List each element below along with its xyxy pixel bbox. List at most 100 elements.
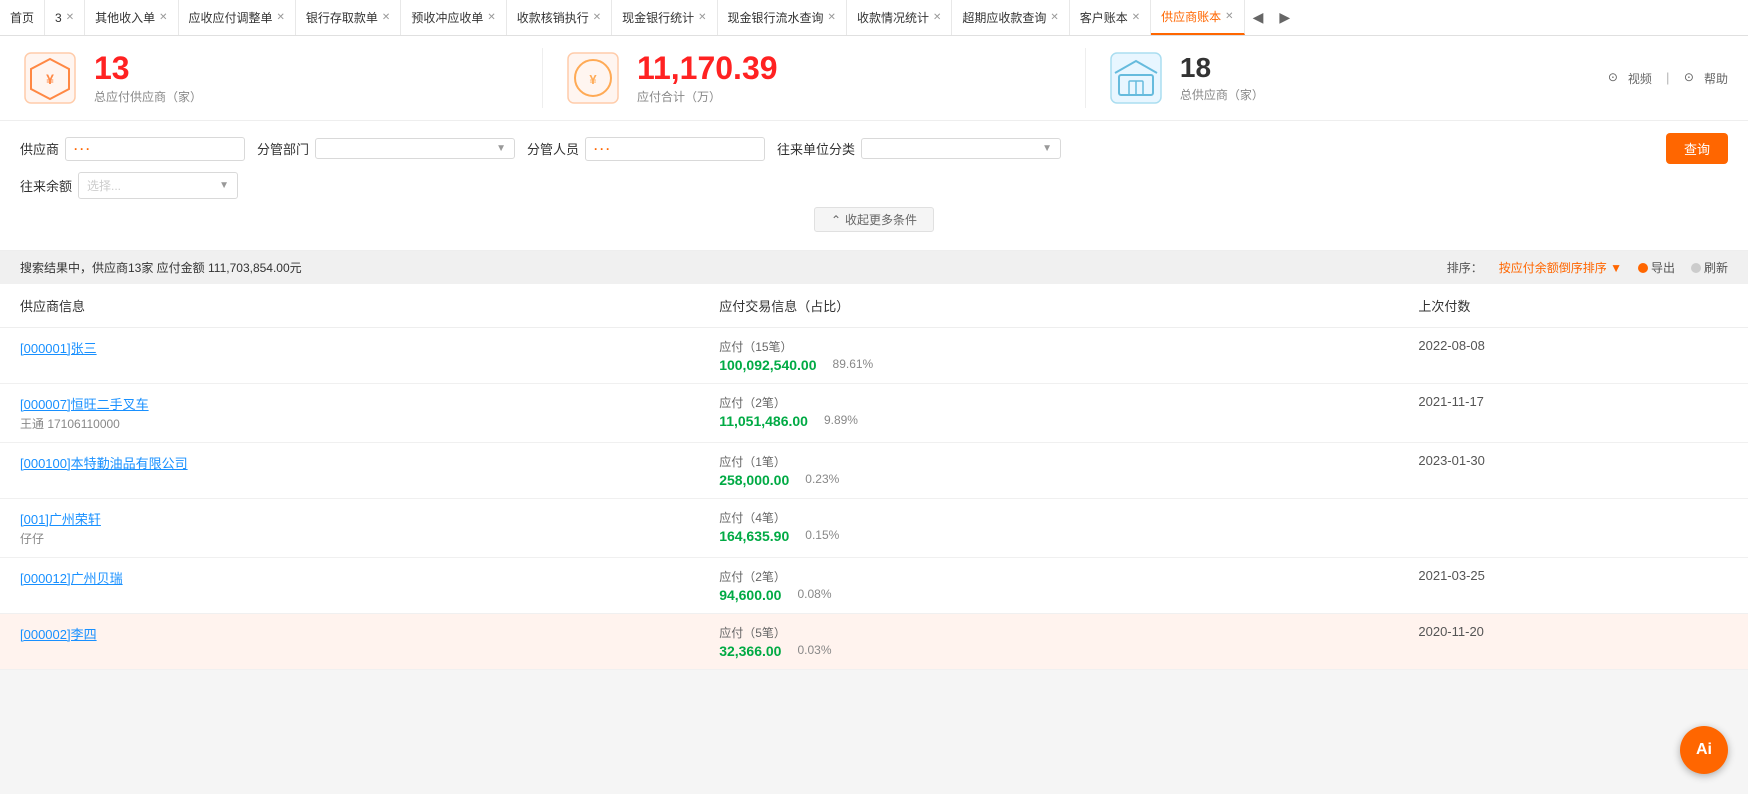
tx-label-2: 应付（1笔） (719, 453, 1378, 470)
tx-percent-2: 0.23% (805, 472, 839, 486)
nav-tab-prepay-label: 预收冲应收单 (411, 9, 483, 26)
nav-prev-arrow[interactable]: ◀ (1245, 0, 1272, 35)
nav-tab-supplier-account[interactable]: 供应商账本 ✕ (1151, 0, 1244, 35)
nav-tab-bank-deposit[interactable]: 银行存取款单 ✕ (296, 0, 401, 35)
nav-tab-bank-deposit-close[interactable]: ✕ (382, 12, 390, 23)
nav-tab-prepay[interactable]: 预收冲应收单 ✕ (401, 0, 506, 35)
supplier-table: 供应商信息 应付交易信息（占比） 上次付数 [000001]张三 应付（15笔）… (0, 284, 1748, 670)
dept-select[interactable]: ▼ (315, 138, 515, 159)
nav-tab-ar-adjust[interactable]: 应收应付调整单 ✕ (179, 0, 296, 35)
nav-tab-other-income-close[interactable]: ✕ (159, 12, 167, 23)
nav-tab-overdue-close[interactable]: ✕ (1050, 12, 1058, 23)
nav-tab-cash-stats[interactable]: 现金银行统计 ✕ (612, 0, 717, 35)
nav-tab-3-close[interactable]: ✕ (66, 12, 74, 23)
tx-amount-1[interactable]: 11,051,486.00 (719, 413, 808, 429)
header-supplier-info: 供应商信息 (0, 284, 699, 328)
tx-amount-2[interactable]: 258,000.00 (719, 472, 789, 488)
stat-block-ap-total: ¥ 11,170.39 应付合计（万） (563, 48, 1065, 108)
last-pay-cell-3 (1398, 499, 1748, 558)
nav-tab-home[interactable]: 首页 (0, 0, 45, 35)
unit-class-select[interactable]: ▼ (861, 138, 1061, 159)
export-label: 导出 (1651, 259, 1675, 276)
supplier-link-3[interactable]: [001]广州荣轩 (20, 512, 101, 527)
nav-tab-overdue[interactable]: 超期应收款查询 ✕ (952, 0, 1069, 35)
tx-percent-0: 89.61% (833, 357, 874, 371)
stat-number-ap-suppliers: 13 (94, 52, 202, 84)
query-button[interactable]: 查询 (1666, 133, 1728, 164)
nav-tab-home-label: 首页 (10, 9, 34, 26)
person-filter-label: 分管人员 (527, 139, 579, 158)
supplier-filter-label: 供应商 (20, 139, 59, 158)
person-input-dots: ··· (594, 142, 612, 156)
tx-label-1: 应付（2笔） (719, 394, 1378, 411)
supplier-sub-info-1: 王通 17106110000 (20, 415, 679, 432)
stat-divider-2 (1085, 48, 1086, 108)
nav-tab-ar-adjust-close[interactable]: ✕ (277, 12, 285, 23)
link-separator: ｜ (1662, 70, 1674, 87)
stat-number-ap-total: 11,170.39 (637, 52, 778, 84)
nav-tab-supplier-account-close[interactable]: ✕ (1225, 11, 1233, 22)
nav-tab-other-income[interactable]: 其他收入单 ✕ (85, 0, 178, 35)
person-input[interactable]: ··· (585, 137, 765, 161)
nav-tab-cash-flow[interactable]: 现金银行流水查询 ✕ (718, 0, 847, 35)
refresh-button[interactable]: 刷新 (1691, 259, 1728, 276)
help-link[interactable]: 帮助 (1704, 70, 1728, 87)
tx-amount-0[interactable]: 100,092,540.00 (719, 357, 816, 373)
supplier-info-cell-5: [000002]李四 (0, 614, 699, 670)
total-suppliers-icon (1106, 48, 1166, 108)
last-pay-date-1: 2021-11-17 (1418, 394, 1484, 409)
dept-filter-label: 分管部门 (257, 139, 309, 158)
nav-tab-receipt-stats-close[interactable]: ✕ (933, 12, 941, 23)
supplier-link-2[interactable]: [000100]本特勤油品有限公司 (20, 456, 188, 471)
video-icon: ⊙ (1608, 70, 1618, 87)
tx-amount-4[interactable]: 94,600.00 (719, 587, 781, 603)
last-pay-cell-0: 2022-08-08 (1398, 328, 1748, 384)
nav-tab-cash-stats-close[interactable]: ✕ (698, 12, 706, 23)
last-pay-cell-4: 2021-03-25 (1398, 558, 1748, 614)
balance-select[interactable]: 选择... ▼ (78, 172, 238, 199)
export-button[interactable]: 导出 (1638, 259, 1675, 276)
supplier-info-cell-1: [000007]恒旺二手叉车 王通 17106110000 (0, 384, 699, 443)
supplier-link-1[interactable]: [000007]恒旺二手叉车 (20, 397, 149, 412)
tx-label-3: 应付（4笔） (719, 509, 1378, 526)
supplier-info-cell-3: [001]广州荣轩 仔仔 (0, 499, 699, 558)
nav-next-arrow[interactable]: ▶ (1271, 0, 1298, 35)
stat-block-ap-suppliers: ¥ 13 总应付供应商（家） (20, 48, 522, 108)
supplier-sub-info-3: 仔仔 (20, 530, 679, 547)
nav-tab-prepay-close[interactable]: ✕ (487, 12, 495, 23)
nav-tab-receipt-exec-close[interactable]: ✕ (593, 12, 601, 23)
sort-select[interactable]: 按应付余额倒序排序 ▼ (1499, 259, 1622, 276)
dept-select-arrow: ▼ (496, 143, 506, 154)
nav-tab-3-label: 3 (55, 11, 62, 25)
header-tx-info: 应付交易信息（占比） (699, 284, 1398, 328)
tx-info-cell-4: 应付（2笔） 94,600.00 0.08% (699, 558, 1398, 614)
nav-tab-receipt-stats[interactable]: 收款情况统计 ✕ (847, 0, 952, 35)
supplier-link-4[interactable]: [000012]广州贝瑞 (20, 571, 123, 586)
tx-amount-5[interactable]: 32,366.00 (719, 643, 781, 659)
table-row: [000007]恒旺二手叉车 王通 17106110000 应付（2笔） 11,… (0, 384, 1748, 443)
nav-tab-cash-flow-close[interactable]: ✕ (828, 12, 836, 23)
nav-tab-3[interactable]: 3 ✕ (45, 0, 85, 35)
filter-bar: 供应商 ··· 分管部门 ▼ 分管人员 ··· 往来单位分类 ▼ (0, 121, 1748, 251)
nav-tab-cash-stats-label: 现金银行统计 (622, 9, 694, 26)
supplier-link-5[interactable]: [000002]李四 (20, 627, 97, 642)
ai-badge[interactable]: Ai (1680, 726, 1728, 774)
unit-class-filter-label: 往来单位分类 (777, 139, 855, 158)
collapse-label: 收起更多条件 (845, 211, 917, 228)
tx-info-cell-1: 应付（2笔） 11,051,486.00 9.89% (699, 384, 1398, 443)
stat-label-ap-suppliers: 总应付供应商（家） (94, 88, 202, 105)
video-link[interactable]: 视频 (1628, 70, 1652, 87)
top-nav: 首页 3 ✕ 其他收入单 ✕ 应收应付调整单 ✕ 银行存取款单 ✕ 预收冲应收单… (0, 0, 1748, 36)
nav-tab-receipt-exec[interactable]: 收款核销执行 ✕ (507, 0, 612, 35)
collapse-button[interactable]: ⌃ 收起更多条件 (814, 207, 934, 232)
stat-divider-1 (542, 48, 543, 108)
stat-info-ap-total: 11,170.39 应付合计（万） (637, 52, 778, 105)
supplier-info-cell-0: [000001]张三 (0, 328, 699, 384)
nav-tab-customer-account[interactable]: 客户账本 ✕ (1070, 0, 1151, 35)
nav-tab-customer-account-close[interactable]: ✕ (1132, 12, 1140, 23)
table-row: [000100]本特勤油品有限公司 应付（1笔） 258,000.00 0.23… (0, 443, 1748, 499)
tx-amount-3[interactable]: 164,635.90 (719, 528, 789, 544)
supplier-input[interactable]: ··· (65, 137, 245, 161)
supplier-link-0[interactable]: [000001]张三 (20, 341, 97, 356)
result-summary: 搜索结果中，供应商13家 应付金额 111,703,854.00元 (20, 259, 1447, 276)
